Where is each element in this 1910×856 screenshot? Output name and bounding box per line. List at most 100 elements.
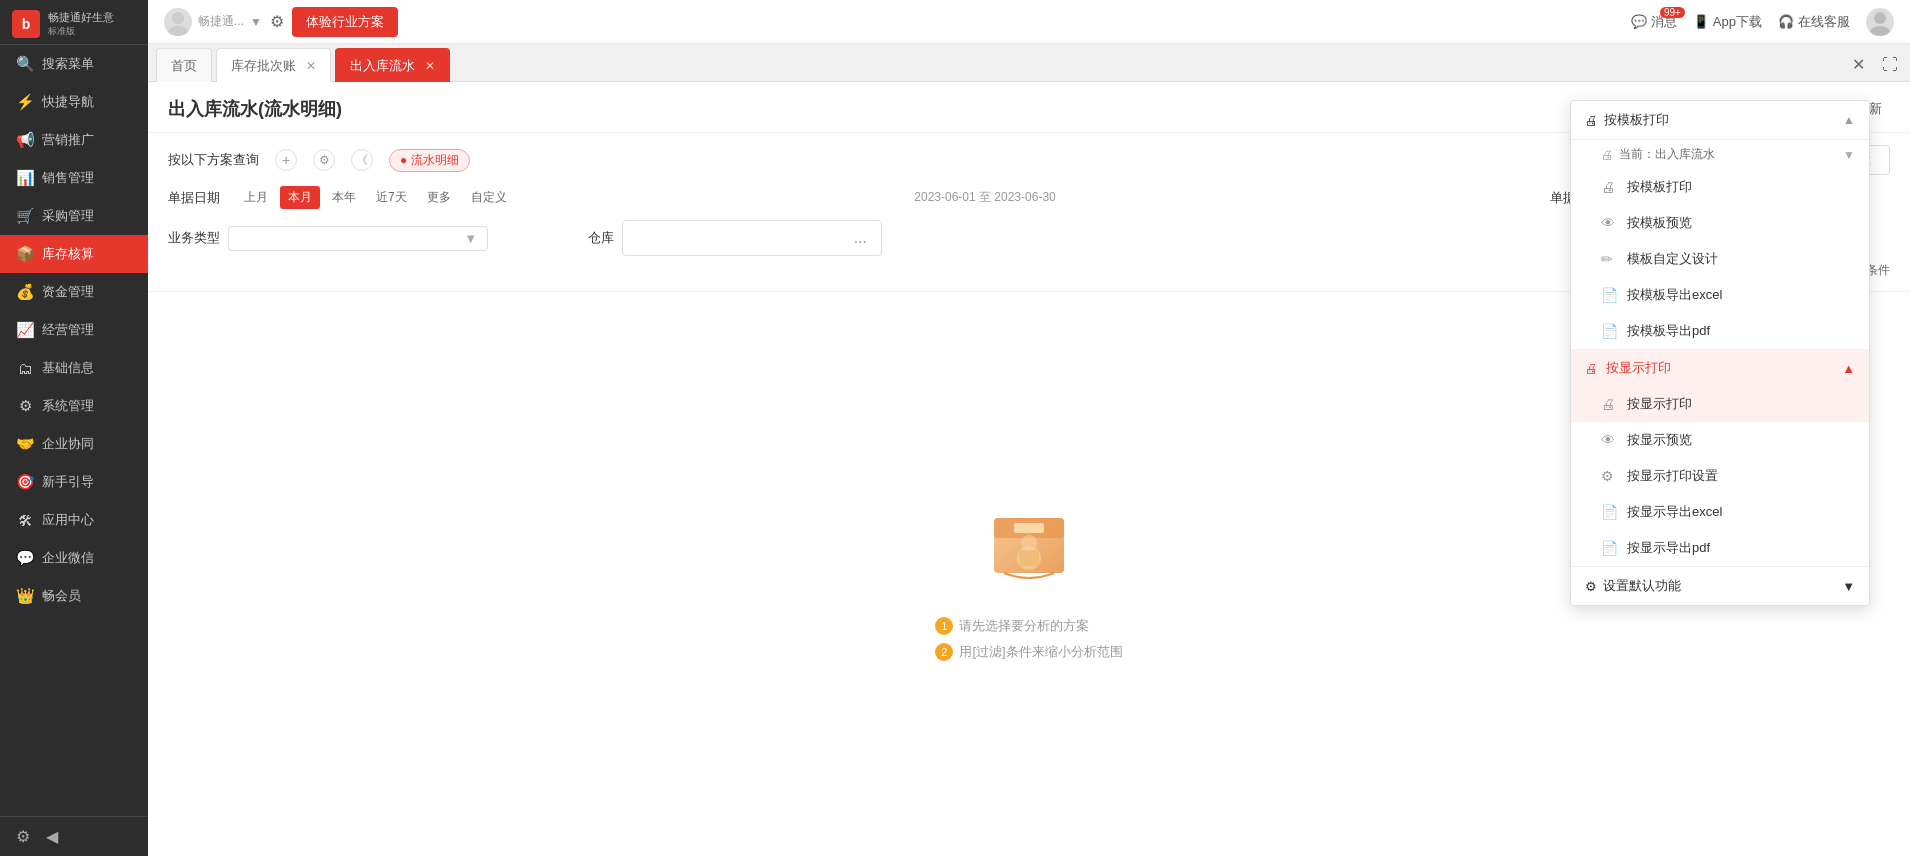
- dropdown-display-export-pdf[interactable]: 📄 按显示导出pdf: [1571, 530, 1869, 566]
- sidebar-item-vip[interactable]: 👑 畅会员: [0, 577, 148, 615]
- print-header-icon: 🖨: [1585, 113, 1598, 128]
- template-preview-icon: 👁: [1601, 215, 1617, 231]
- user-area[interactable]: 畅捷通... ▼: [164, 8, 262, 36]
- tip-num-2: 2: [935, 643, 953, 661]
- display-pdf-icon: 📄: [1601, 540, 1617, 556]
- display-settings-icon: ⚙: [1601, 468, 1617, 484]
- collab-icon: 🤝: [16, 435, 34, 453]
- purchase-icon: 🛒: [16, 207, 34, 225]
- template-custom-icon: ✏: [1601, 251, 1617, 267]
- industry-btn[interactable]: 体验行业方案: [292, 7, 398, 37]
- sidebar-item-appstore[interactable]: 🛠 应用中心: [0, 501, 148, 539]
- date-prev-month[interactable]: 上月: [236, 186, 276, 209]
- empty-svg: [974, 488, 1084, 598]
- dropdown-template-export-pdf[interactable]: 📄 按模板导出pdf: [1571, 313, 1869, 349]
- date-more[interactable]: 更多: [419, 186, 459, 209]
- tab-inventory-batch[interactable]: 库存批次账 ✕: [216, 48, 331, 82]
- date-tabs: 上月 本月 本年 近7天 更多 自定义: [236, 186, 515, 209]
- sidebar-item-purchase[interactable]: 🛒 采购管理: [0, 197, 148, 235]
- date-cur-year[interactable]: 本年: [324, 186, 364, 209]
- collapse-sidebar-icon[interactable]: ◀: [46, 827, 58, 846]
- gear-icon[interactable]: ⚙: [270, 12, 284, 31]
- topbar-avatar[interactable]: [1866, 8, 1894, 36]
- online-service-btn[interactable]: 🎧 在线客服: [1778, 13, 1850, 31]
- sidebar: b 畅捷通好生意 标准版 🔍 搜索菜单 ⚡ 快捷导航 📢 营销推广 📊 销售管理…: [0, 0, 148, 856]
- scheme-collapse-btn[interactable]: 《: [351, 149, 373, 171]
- user-dropdown-icon[interactable]: ▼: [250, 15, 262, 29]
- sidebar-item-system[interactable]: ⚙ 系统管理: [0, 387, 148, 425]
- tip-num-1: 1: [935, 617, 953, 635]
- date-custom[interactable]: 自定义: [463, 186, 515, 209]
- dropdown-display-print[interactable]: 🖨 按显示打印: [1571, 386, 1869, 422]
- maximize-window-btn[interactable]: ⛶: [1878, 53, 1902, 77]
- newbie-icon: 🎯: [16, 473, 34, 491]
- dropdown-display-settings[interactable]: ⚙ 按显示打印设置: [1571, 458, 1869, 494]
- empty-illustration: [974, 488, 1084, 601]
- current-icon: 🖨: [1601, 148, 1613, 162]
- sidebar-item-inventory[interactable]: 📦 库存核算: [0, 235, 148, 273]
- sidebar-item-sales[interactable]: 📊 销售管理: [0, 159, 148, 197]
- date-cur-month[interactable]: 本月: [280, 186, 320, 209]
- sidebar-item-newbie[interactable]: 🎯 新手引导: [0, 463, 148, 501]
- appstore-icon: 🛠: [16, 511, 34, 529]
- dropdown-template-print[interactable]: 🖨 按模板打印: [1571, 169, 1869, 205]
- lightning-icon: ⚡: [16, 93, 34, 111]
- warehouse-more-btn[interactable]: ...: [850, 225, 871, 251]
- messages-badge: 99+: [1660, 7, 1685, 18]
- sidebar-item-marketing[interactable]: 📢 营销推广: [0, 121, 148, 159]
- logo-area: b 畅捷通好生意 标准版: [0, 0, 148, 45]
- dropdown-template-export-excel[interactable]: 📄 按模板导出excel: [1571, 277, 1869, 313]
- base-icon: 🗂: [16, 359, 34, 377]
- display-preview-icon: 👁: [1601, 432, 1617, 448]
- sidebar-item-search[interactable]: 🔍 搜索菜单: [0, 45, 148, 83]
- add-scheme-btn[interactable]: +: [275, 149, 297, 171]
- dropdown-display-preview[interactable]: 👁 按显示预览: [1571, 422, 1869, 458]
- dropdown-collapse-btn[interactable]: ▲: [1843, 113, 1855, 127]
- display-section-icon: 🖨: [1585, 361, 1598, 376]
- sidebar-item-quick-nav[interactable]: ⚡ 快捷导航: [0, 83, 148, 121]
- template-print-icon: 🖨: [1601, 179, 1617, 195]
- display-print-icon: 🖨: [1601, 396, 1617, 412]
- dropdown-template-custom[interactable]: ✏ 模板自定义设计: [1571, 241, 1869, 277]
- topbar: 畅捷通... ▼ ⚙ 体验行业方案 💬 消息 99+ 📱 App下载 🎧 在线客…: [148, 0, 1910, 44]
- warehouse-select[interactable]: ...: [622, 220, 882, 256]
- logo-text: 畅捷通好生意: [48, 10, 114, 24]
- app-download-btn[interactable]: 📱 App下载: [1693, 13, 1762, 31]
- settings-bottom-icon[interactable]: ⚙: [16, 827, 30, 846]
- date-last-7[interactable]: 近7天: [368, 186, 415, 209]
- svg-point-2: [1874, 12, 1886, 24]
- user-name: 畅捷通...: [198, 13, 244, 30]
- sidebar-item-collab[interactable]: 🤝 企业协同: [0, 425, 148, 463]
- dropdown-footer-title: ⚙ 设置默认功能: [1585, 577, 1681, 595]
- current-arrow: ▼: [1843, 148, 1855, 162]
- business-type-select[interactable]: ▼: [228, 226, 488, 251]
- dropdown-header: 🖨 按模板打印 ▲: [1571, 101, 1869, 140]
- empty-tips: 1 请先选择要分析的方案 2 用[过滤]条件来缩小分析范围: [935, 617, 1122, 661]
- topbar-left: 畅捷通... ▼ ⚙ 体验行业方案: [164, 7, 1619, 37]
- flow-detail-tag[interactable]: ● 流水明细: [389, 149, 470, 172]
- marketing-icon: 📢: [16, 131, 34, 149]
- tab-inventory-batch-close[interactable]: ✕: [306, 59, 316, 73]
- sidebar-item-operation[interactable]: 📈 经营管理: [0, 311, 148, 349]
- messages-btn[interactable]: 💬 消息 99+: [1631, 13, 1677, 31]
- tab-inventory-flow[interactable]: 出入库流水 ✕: [335, 48, 450, 82]
- tab-home[interactable]: 首页: [156, 48, 212, 82]
- display-section-header[interactable]: 🖨 按显示打印 ▲: [1571, 350, 1869, 386]
- dropdown-template-preview[interactable]: 👁 按模板预览: [1571, 205, 1869, 241]
- download-icon: 📱: [1693, 14, 1709, 29]
- scheme-settings-btn[interactable]: ⚙: [313, 149, 335, 171]
- svg-rect-8: [1019, 550, 1039, 566]
- tabbar: 首页 库存批次账 ✕ 出入库流水 ✕ ✕ ⛶: [148, 44, 1910, 82]
- sidebar-bottom: ⚙ ◀: [0, 816, 148, 856]
- tab-inventory-flow-close[interactable]: ✕: [425, 59, 435, 73]
- sidebar-item-wechat[interactable]: 💬 企业微信: [0, 539, 148, 577]
- sidebar-nav: 🔍 搜索菜单 ⚡ 快捷导航 📢 营销推广 📊 销售管理 🛒 采购管理 📦 库存核…: [0, 45, 148, 816]
- dropdown-footer[interactable]: ⚙ 设置默认功能 ▼: [1571, 566, 1869, 605]
- close-window-btn[interactable]: ✕: [1846, 53, 1870, 77]
- sidebar-item-base[interactable]: 🗂 基础信息: [0, 349, 148, 387]
- svg-point-0: [172, 12, 184, 24]
- dropdown-display-export-excel[interactable]: 📄 按显示导出excel: [1571, 494, 1869, 530]
- empty-tip-1: 1 请先选择要分析的方案: [935, 617, 1122, 635]
- sidebar-item-finance[interactable]: 💰 资金管理: [0, 273, 148, 311]
- vip-icon: 👑: [16, 587, 34, 605]
